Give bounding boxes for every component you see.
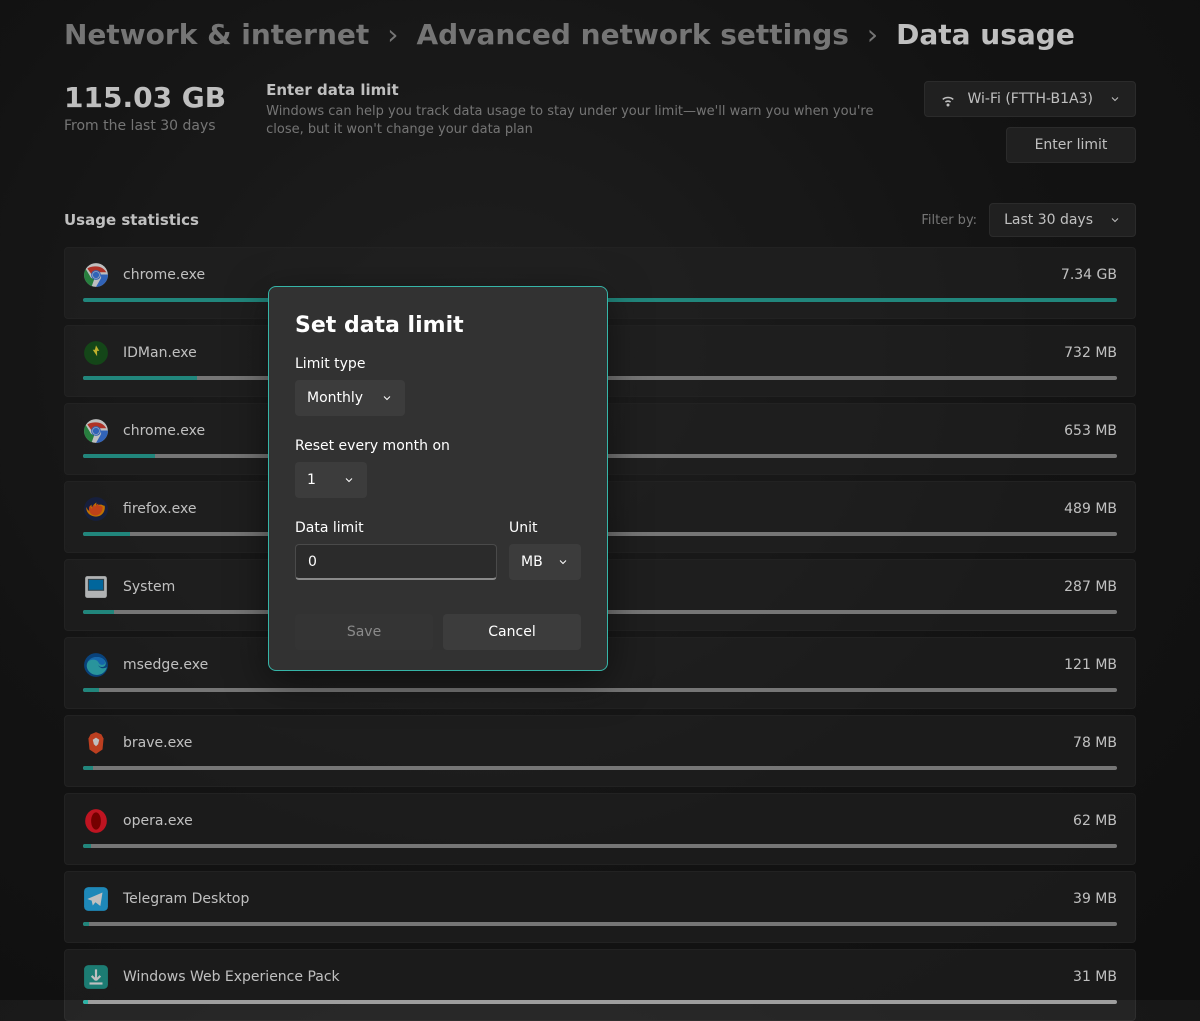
dialog-title: Set data limit [295, 313, 581, 338]
app-usage: 732 MB [1064, 345, 1117, 361]
app-usage: 489 MB [1064, 501, 1117, 517]
app-name: brave.exe [123, 735, 192, 751]
enter-limit-desc: Windows can help you track data usage to… [266, 103, 884, 139]
breadcrumb-network[interactable]: Network & internet [64, 18, 369, 51]
chevron-down-icon [343, 474, 355, 486]
usage-row[interactable]: Telegram Desktop 39 MB [64, 871, 1136, 943]
filter-dropdown[interactable]: Last 30 days [989, 203, 1136, 237]
filter-dropdown-label: Last 30 days [1004, 212, 1093, 228]
app-name: opera.exe [123, 813, 193, 829]
set-data-limit-dialog: Set data limit Limit type Monthly Reset … [268, 286, 608, 671]
wifi-selector-label: Wi-Fi (FTTH-B1A3) [967, 91, 1093, 107]
chevron-right-icon: › [387, 18, 398, 51]
app-usage: 7.34 GB [1061, 267, 1117, 283]
reset-day-value: 1 [307, 472, 316, 488]
limit-type-value: Monthly [307, 390, 363, 406]
usage-row[interactable]: Windows Web Experience Pack 31 MB [64, 949, 1136, 1021]
app-name: chrome.exe [123, 423, 205, 439]
app-name: msedge.exe [123, 657, 208, 673]
enter-limit-button[interactable]: Enter limit [1006, 127, 1136, 163]
edge-icon [83, 652, 109, 678]
opera-icon [83, 808, 109, 834]
app-usage: 287 MB [1064, 579, 1117, 595]
chevron-right-icon: › [867, 18, 878, 51]
data-limit-label: Data limit [295, 520, 497, 536]
usage-statistics-title: Usage statistics [64, 211, 199, 229]
enter-limit-button-label: Enter limit [1035, 137, 1108, 153]
app-usage: 62 MB [1073, 813, 1117, 829]
app-usage: 121 MB [1064, 657, 1117, 673]
wwep-icon [83, 964, 109, 990]
brave-icon [83, 730, 109, 756]
total-usage-value: 115.03 GB [64, 81, 226, 114]
usage-bar [83, 844, 1117, 848]
wifi-selector[interactable]: Wi-Fi (FTTH-B1A3) [924, 81, 1136, 117]
unit-select[interactable]: MB [509, 544, 581, 580]
filter-by-label: Filter by: [921, 213, 977, 228]
usage-bar [83, 922, 1117, 926]
system-icon [83, 574, 109, 600]
chevron-down-icon [381, 392, 393, 404]
app-name: Windows Web Experience Pack [123, 969, 340, 985]
chevron-down-icon [1109, 93, 1121, 105]
firefox-icon [83, 496, 109, 522]
usage-bar [83, 766, 1117, 770]
chevron-down-icon [557, 556, 569, 568]
chevron-down-icon [1109, 214, 1121, 226]
reset-day-label: Reset every month on [295, 438, 581, 454]
unit-value: MB [521, 554, 543, 570]
breadcrumb-advanced[interactable]: Advanced network settings [416, 18, 848, 51]
breadcrumb-current: Data usage [896, 18, 1075, 51]
wifi-icon [939, 90, 957, 108]
breadcrumb: Network & internet › Advanced network se… [0, 0, 1200, 51]
limit-type-select[interactable]: Monthly [295, 380, 405, 416]
total-usage-sub: From the last 30 days [64, 118, 226, 134]
usage-row[interactable]: opera.exe 62 MB [64, 793, 1136, 865]
app-usage: 31 MB [1073, 969, 1117, 985]
data-limit-input[interactable] [295, 544, 497, 580]
chrome-icon [83, 418, 109, 444]
app-name: System [123, 579, 175, 595]
enter-limit-title: Enter data limit [266, 81, 884, 99]
limit-type-label: Limit type [295, 356, 581, 372]
unit-label: Unit [509, 520, 581, 536]
usage-row[interactable]: brave.exe 78 MB [64, 715, 1136, 787]
app-name: Telegram Desktop [123, 891, 249, 907]
app-name: IDMan.exe [123, 345, 197, 361]
app-name: chrome.exe [123, 267, 205, 283]
app-usage: 39 MB [1073, 891, 1117, 907]
cancel-button[interactable]: Cancel [443, 614, 581, 650]
app-name: firefox.exe [123, 501, 197, 517]
reset-day-select[interactable]: 1 [295, 462, 367, 498]
save-button[interactable]: Save [295, 614, 433, 650]
app-usage: 653 MB [1064, 423, 1117, 439]
telegram-icon [83, 886, 109, 912]
chrome-icon [83, 262, 109, 288]
idm-icon [83, 340, 109, 366]
usage-bar [83, 688, 1117, 692]
app-usage: 78 MB [1073, 735, 1117, 751]
usage-bar [83, 1000, 1117, 1004]
